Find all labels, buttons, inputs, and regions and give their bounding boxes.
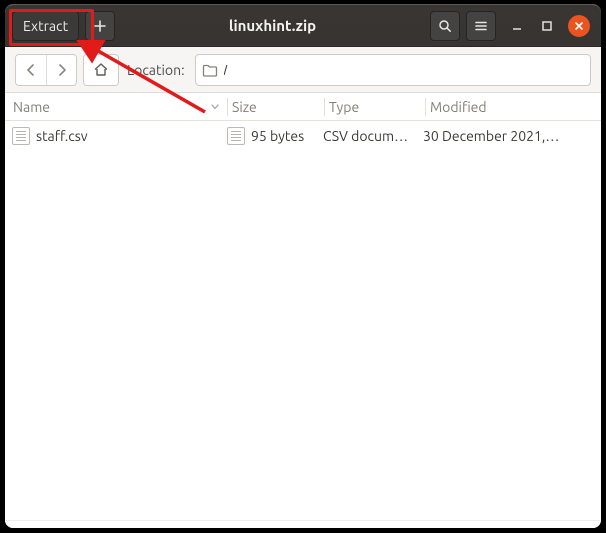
location-field[interactable] bbox=[195, 54, 591, 86]
chevron-right-icon bbox=[57, 64, 67, 76]
text-file-icon bbox=[227, 127, 245, 145]
nav-history-group bbox=[15, 54, 77, 86]
status-bar bbox=[5, 520, 601, 528]
home-group bbox=[83, 54, 119, 86]
extract-button[interactable]: Extract bbox=[12, 11, 79, 41]
file-type-cell: CSV docum… bbox=[323, 128, 423, 144]
column-header-name-label: Name bbox=[13, 99, 50, 115]
maximize-icon bbox=[541, 20, 553, 32]
text-file-icon bbox=[12, 127, 30, 145]
folder-icon bbox=[202, 63, 218, 77]
home-button[interactable] bbox=[84, 55, 118, 85]
minimize-button[interactable] bbox=[508, 17, 526, 35]
column-headers: Name Size Type Modified bbox=[5, 93, 601, 121]
file-name-cell: staff.csv bbox=[5, 127, 227, 145]
menu-button[interactable] bbox=[466, 11, 496, 41]
archive-manager-window: Extract linuxhint.zip bbox=[5, 4, 601, 528]
column-header-modified[interactable]: Modified bbox=[426, 99, 601, 115]
extract-button-label: Extract bbox=[23, 18, 68, 34]
search-icon bbox=[438, 19, 452, 33]
location-input[interactable] bbox=[224, 62, 584, 78]
column-header-name[interactable]: Name bbox=[5, 99, 227, 115]
home-icon bbox=[93, 62, 109, 78]
window-controls bbox=[508, 15, 590, 37]
column-header-type[interactable]: Type bbox=[325, 99, 425, 115]
back-button[interactable] bbox=[16, 55, 46, 85]
header-bar: Extract linuxhint.zip bbox=[5, 5, 601, 47]
file-size-cell: 95 bytes bbox=[227, 127, 323, 145]
column-header-size-label: Size bbox=[232, 99, 257, 115]
window-title: linuxhint.zip bbox=[121, 17, 424, 34]
close-icon bbox=[574, 21, 584, 31]
add-files-button[interactable] bbox=[85, 11, 115, 41]
navigation-toolbar: Location: bbox=[5, 47, 601, 93]
close-button[interactable] bbox=[568, 15, 590, 37]
column-header-type-label: Type bbox=[329, 99, 359, 115]
column-header-modified-label: Modified bbox=[430, 99, 487, 115]
sort-indicator-icon bbox=[211, 104, 219, 110]
maximize-button[interactable] bbox=[538, 17, 556, 35]
file-modified-cell: 30 December 2021,… bbox=[423, 128, 601, 144]
file-list: staff.csv 95 bytes CSV docum… 30 Decembe… bbox=[5, 121, 601, 520]
column-header-size[interactable]: Size bbox=[228, 99, 324, 115]
forward-button[interactable] bbox=[46, 55, 76, 85]
file-name: staff.csv bbox=[36, 128, 88, 144]
file-row[interactable]: staff.csv 95 bytes CSV docum… 30 Decembe… bbox=[5, 121, 601, 151]
minimize-icon bbox=[511, 20, 523, 32]
file-size: 95 bytes bbox=[251, 128, 304, 144]
plus-icon bbox=[93, 19, 107, 33]
search-button[interactable] bbox=[430, 11, 460, 41]
location-label: Location: bbox=[127, 62, 185, 78]
hamburger-icon bbox=[474, 19, 488, 33]
chevron-left-icon bbox=[26, 64, 36, 76]
